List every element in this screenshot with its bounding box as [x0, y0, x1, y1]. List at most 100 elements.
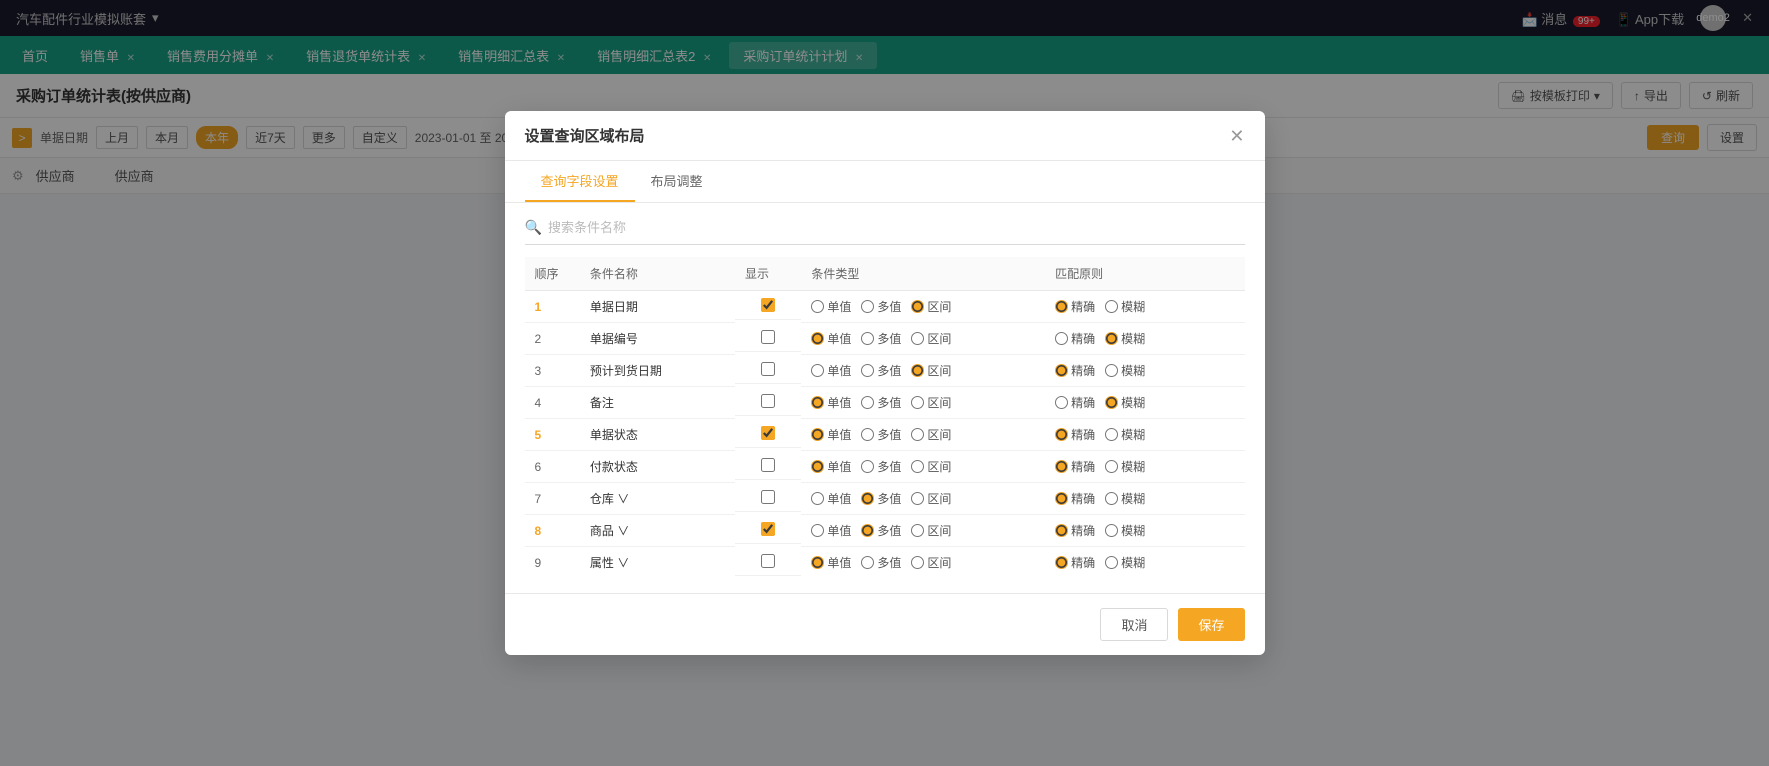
row-order: 6 — [525, 451, 580, 483]
row-match[interactable]: 精确模糊 — [1045, 291, 1244, 323]
type-option-区间[interactable]: 区间 — [911, 522, 951, 539]
row-match[interactable]: 精确模糊 — [1045, 547, 1244, 578]
match-option-模糊[interactable]: 模糊 — [1105, 554, 1145, 571]
row-name: 仓库 ∨ — [580, 483, 735, 515]
row-type[interactable]: 单值多值区间 — [801, 515, 1045, 547]
row-match[interactable]: 精确模糊 — [1045, 419, 1244, 451]
type-option-单值[interactable]: 单值 — [811, 490, 851, 507]
display-checkbox[interactable] — [761, 426, 775, 440]
match-option-精确[interactable]: 精确 — [1055, 522, 1095, 539]
type-option-多值[interactable]: 多值 — [861, 490, 901, 507]
row-match[interactable]: 精确模糊 — [1045, 323, 1244, 355]
tab-query-fields[interactable]: 查询字段设置 — [525, 161, 635, 202]
row-display[interactable] — [735, 451, 801, 480]
conditions-table-scroll: 顺序 条件名称 显示 条件类型 匹配原则 1单据日期单值多值区间精确模糊2单据编… — [525, 257, 1245, 577]
row-name: 付款状态 — [580, 451, 735, 483]
match-option-模糊[interactable]: 模糊 — [1105, 298, 1145, 315]
row-display[interactable] — [735, 387, 801, 416]
type-option-区间[interactable]: 区间 — [911, 298, 951, 315]
match-option-模糊[interactable]: 模糊 — [1105, 458, 1145, 475]
type-option-单值[interactable]: 单值 — [811, 298, 851, 315]
row-display[interactable] — [735, 547, 801, 576]
row-type[interactable]: 单值多值区间 — [801, 387, 1045, 419]
type-option-多值[interactable]: 多值 — [861, 330, 901, 347]
row-match[interactable]: 精确模糊 — [1045, 515, 1244, 547]
type-option-区间[interactable]: 区间 — [911, 394, 951, 411]
type-option-单值[interactable]: 单值 — [811, 362, 851, 379]
search-input[interactable] — [548, 220, 748, 235]
match-option-精确[interactable]: 精确 — [1055, 394, 1095, 411]
row-type[interactable]: 单值多值区间 — [801, 483, 1045, 515]
type-option-单值[interactable]: 单值 — [811, 394, 851, 411]
modal-title: 设置查询区域布局 — [525, 125, 645, 146]
display-checkbox[interactable] — [761, 362, 775, 376]
th-order: 顺序 — [525, 257, 580, 291]
modal: 设置查询区域布局 ✕ 查询字段设置 布局调整 🔍 — [505, 111, 1265, 655]
type-option-区间[interactable]: 区间 — [911, 458, 951, 475]
row-type[interactable]: 单值多值区间 — [801, 323, 1045, 355]
type-option-区间[interactable]: 区间 — [911, 426, 951, 443]
save-button[interactable]: 保存 — [1178, 608, 1244, 641]
conditions-table: 顺序 条件名称 显示 条件类型 匹配原则 1单据日期单值多值区间精确模糊2单据编… — [525, 257, 1245, 577]
row-order: 8 — [525, 515, 580, 547]
type-option-单值[interactable]: 单值 — [811, 330, 851, 347]
row-match[interactable]: 精确模糊 — [1045, 451, 1244, 483]
row-match[interactable]: 精确模糊 — [1045, 483, 1244, 515]
row-name: 商品 ∨ — [580, 515, 735, 547]
row-type[interactable]: 单值多值区间 — [801, 547, 1045, 578]
display-checkbox[interactable] — [761, 330, 775, 344]
display-checkbox[interactable] — [761, 522, 775, 536]
match-option-精确[interactable]: 精确 — [1055, 554, 1095, 571]
row-type[interactable]: 单值多值区间 — [801, 419, 1045, 451]
row-order: 3 — [525, 355, 580, 387]
type-option-单值[interactable]: 单值 — [811, 554, 851, 571]
type-option-多值[interactable]: 多值 — [861, 458, 901, 475]
match-option-模糊[interactable]: 模糊 — [1105, 426, 1145, 443]
display-checkbox[interactable] — [761, 458, 775, 472]
row-match[interactable]: 精确模糊 — [1045, 387, 1244, 419]
type-option-多值[interactable]: 多值 — [861, 554, 901, 571]
type-option-多值[interactable]: 多值 — [861, 522, 901, 539]
display-checkbox[interactable] — [761, 298, 775, 312]
type-option-单值[interactable]: 单值 — [811, 426, 851, 443]
match-option-精确[interactable]: 精确 — [1055, 362, 1095, 379]
match-option-模糊[interactable]: 模糊 — [1105, 362, 1145, 379]
match-option-模糊[interactable]: 模糊 — [1105, 394, 1145, 411]
display-checkbox[interactable] — [761, 394, 775, 408]
type-option-多值[interactable]: 多值 — [861, 362, 901, 379]
type-option-单值[interactable]: 单值 — [811, 522, 851, 539]
match-option-精确[interactable]: 精确 — [1055, 330, 1095, 347]
row-type[interactable]: 单值多值区间 — [801, 355, 1045, 387]
cancel-button[interactable]: 取消 — [1100, 608, 1168, 641]
row-display[interactable] — [735, 515, 801, 544]
type-option-单值[interactable]: 单值 — [811, 458, 851, 475]
modal-close-button[interactable]: ✕ — [1229, 127, 1244, 145]
row-display[interactable] — [735, 483, 801, 512]
type-option-区间[interactable]: 区间 — [911, 362, 951, 379]
type-option-区间[interactable]: 区间 — [911, 490, 951, 507]
row-match[interactable]: 精确模糊 — [1045, 355, 1244, 387]
display-checkbox[interactable] — [761, 490, 775, 504]
match-option-精确[interactable]: 精确 — [1055, 458, 1095, 475]
row-display[interactable] — [735, 419, 801, 448]
type-option-多值[interactable]: 多值 — [861, 426, 901, 443]
row-order: 1 — [525, 291, 580, 323]
type-option-多值[interactable]: 多值 — [861, 394, 901, 411]
row-type[interactable]: 单值多值区间 — [801, 291, 1045, 323]
row-display[interactable] — [735, 291, 801, 320]
match-option-精确[interactable]: 精确 — [1055, 298, 1095, 315]
row-display[interactable] — [735, 355, 801, 384]
display-checkbox[interactable] — [761, 554, 775, 568]
row-display[interactable] — [735, 323, 801, 352]
row-type[interactable]: 单值多值区间 — [801, 451, 1045, 483]
type-option-多值[interactable]: 多值 — [861, 298, 901, 315]
th-type: 条件类型 — [801, 257, 1045, 291]
match-option-模糊[interactable]: 模糊 — [1105, 490, 1145, 507]
tab-layout[interactable]: 布局调整 — [635, 161, 719, 202]
match-option-模糊[interactable]: 模糊 — [1105, 522, 1145, 539]
match-option-模糊[interactable]: 模糊 — [1105, 330, 1145, 347]
match-option-精确[interactable]: 精确 — [1055, 490, 1095, 507]
type-option-区间[interactable]: 区间 — [911, 554, 951, 571]
type-option-区间[interactable]: 区间 — [911, 330, 951, 347]
match-option-精确[interactable]: 精确 — [1055, 426, 1095, 443]
